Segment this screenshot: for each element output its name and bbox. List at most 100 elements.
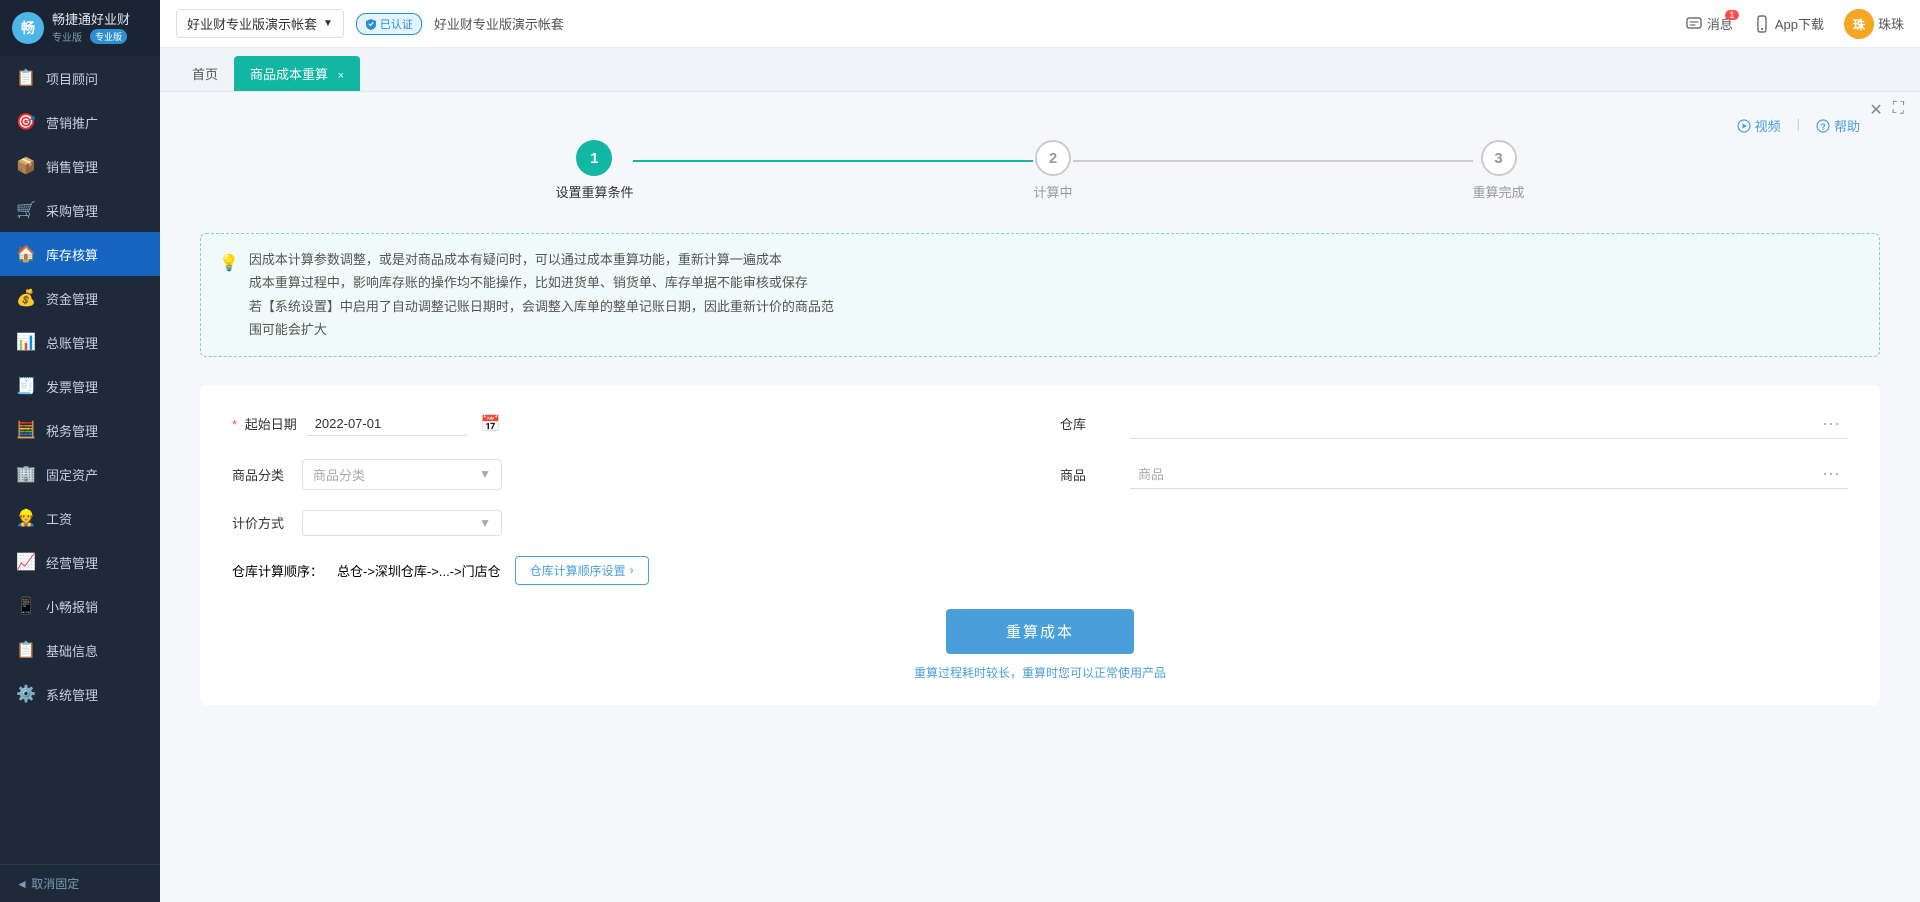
info-box: 💡 因成本计算参数调整，或是对商品成本有疑问时，可以通过成本重算功能，重新计算一… xyxy=(200,233,1880,357)
step-2: 2 计算中 xyxy=(1033,140,1072,201)
tab-close-button[interactable]: × xyxy=(338,70,344,82)
topbar: 好业财专业版演示帐套 ▼ 已认证 好业财专业版演示帐套 消息 1 xyxy=(160,0,1920,48)
product-category-label: 商品分类 xyxy=(232,465,292,484)
recalc-section: 重算成本 重算过程耗时较长，重算时您可以正常使用产品 xyxy=(232,609,1848,681)
sidebar-item-system[interactable]: ⚙️ 系统管理 xyxy=(0,672,160,716)
svg-text:珠: 珠 xyxy=(1853,17,1866,32)
warehouse-select-button[interactable]: ··· xyxy=(1822,413,1840,434)
product-category-field: 商品分类 商品分类 ▼ xyxy=(232,459,1020,490)
product-label: 商品 xyxy=(1060,465,1120,484)
form-row-1: * 起始日期 📅 仓库 ··· xyxy=(232,409,1848,439)
tab-home[interactable]: 首页 xyxy=(176,56,234,91)
warehouse-order-settings-button[interactable]: 仓库计算顺序设置 › xyxy=(515,556,649,585)
sidebar-item-purchase[interactable]: 🛒 采购管理 xyxy=(0,188,160,232)
warehouse-field: 仓库 ··· xyxy=(1060,409,1848,439)
verified-badge-area: 已认证 xyxy=(356,13,422,35)
video-link[interactable]: 视频 xyxy=(1737,116,1781,135)
maximize-window-button[interactable]: ⛶ xyxy=(1893,100,1904,120)
topbar-right: 消息 1 App下载 珠 珠珠 xyxy=(1685,9,1904,39)
ledger-icon: 📊 xyxy=(16,332,36,352)
app-download-button[interactable]: App下载 xyxy=(1753,14,1824,33)
start-date-label: * 起始日期 xyxy=(232,414,297,433)
sidebar-item-basicinfo[interactable]: 📋 基础信息 xyxy=(0,628,160,672)
pricing-method-select[interactable]: ▼ xyxy=(302,510,502,536)
sidebar-item-ledger[interactable]: 📊 总账管理 xyxy=(0,320,160,364)
step-3-circle: 3 xyxy=(1481,140,1517,176)
chevron-right-icon: › xyxy=(630,563,634,577)
step-2-circle: 2 xyxy=(1035,140,1071,176)
sidebar-item-payroll[interactable]: 👷 工资 xyxy=(0,496,160,540)
app-name: 畅捷通好业财 xyxy=(52,12,130,29)
calendar-icon[interactable]: 📅 xyxy=(481,414,501,434)
recalc-button[interactable]: 重算成本 xyxy=(946,609,1134,654)
start-date-input[interactable] xyxy=(307,412,467,436)
user-avatar-area[interactable]: 珠 珠珠 xyxy=(1844,9,1904,39)
page-actions: 视频 | ? 帮助 xyxy=(1737,116,1860,135)
step-1-label: 设置重算条件 xyxy=(555,182,633,201)
marketing-icon: 🎯 xyxy=(16,112,36,132)
sidebar-logo: 畅 畅捷通好业财 专业版 专业版 xyxy=(0,0,160,56)
warehouse-order-row: 仓库计算顺序： 总仓->深圳仓库->...->门店仓 仓库计算顺序设置 › xyxy=(232,556,1848,585)
tax-icon: 🧮 xyxy=(16,420,36,440)
help-icon: ? xyxy=(1816,119,1830,133)
info-line-3: 若【系统设置】中启用了自动调整记账日期时，会调整入库单的整单记账日期，因此重新计… xyxy=(249,295,834,318)
dropdown-icon: ▼ xyxy=(323,18,333,29)
tabs-bar: 首页 商品成本重算 × xyxy=(160,48,1920,92)
sidebar-item-sales[interactable]: 📦 销售管理 xyxy=(0,144,160,188)
project-icon: 📋 xyxy=(16,68,36,88)
finance-icon: 💰 xyxy=(16,288,36,308)
step-1-circle: 1 xyxy=(576,140,612,176)
page-content: ✕ ⛶ 视频 | ? 帮助 xyxy=(160,92,1920,902)
purchase-icon: 🛒 xyxy=(16,200,36,220)
sidebar-unpin[interactable]: ◄ 取消固定 xyxy=(0,864,160,902)
app-edition: 专业版 xyxy=(52,29,82,44)
warehouse-order-label: 仓库计算顺序： xyxy=(232,561,323,580)
window-controls: ✕ ⛶ xyxy=(1869,100,1904,120)
sidebar-nav: 📋 项目顾问 🎯 营销推广 📦 销售管理 🛒 采购管理 🏠 库存核算 💰 资金管… xyxy=(0,56,160,864)
recalc-hint: 重算过程耗时较长，重算时您可以正常使用产品 xyxy=(914,664,1166,681)
sidebar-item-operations[interactable]: 📈 经营管理 xyxy=(0,540,160,584)
sidebar: 畅 畅捷通好业财 专业版 专业版 📋 项目顾问 🎯 营销推广 📦 销售管理 🛒 … xyxy=(0,0,160,902)
sidebar-item-expense[interactable]: 📱 小畅报销 xyxy=(0,584,160,628)
user-avatar: 珠 xyxy=(1844,9,1874,39)
sidebar-item-invoice[interactable]: 🧾 发票管理 xyxy=(0,364,160,408)
pricing-method-label: 计价方式 xyxy=(232,513,292,532)
step-3: 3 重算完成 xyxy=(1473,140,1525,201)
sidebar-item-finance[interactable]: 💰 资金管理 xyxy=(0,276,160,320)
product-field: 商品 商品 ··· xyxy=(1060,459,1848,489)
info-line-1: 因成本计算参数调整，或是对商品成本有疑问时，可以通过成本重算功能，重新计算一遍成… xyxy=(249,248,834,271)
tab-cost-recalc[interactable]: 商品成本重算 × xyxy=(234,56,360,91)
product-category-select[interactable]: 商品分类 ▼ xyxy=(302,459,502,490)
form-row-2: 商品分类 商品分类 ▼ 商品 商品 ··· xyxy=(232,459,1848,490)
expense-icon: 📱 xyxy=(16,596,36,616)
sidebar-item-inventory[interactable]: 🏠 库存核算 xyxy=(0,232,160,276)
step-line-2 xyxy=(1073,160,1473,162)
step-line-1 xyxy=(633,160,1033,162)
warehouse-label: 仓库 xyxy=(1060,414,1120,433)
play-icon xyxy=(1737,119,1751,133)
help-link[interactable]: ? 帮助 xyxy=(1816,116,1860,135)
main-area: 好业财专业版演示帐套 ▼ 已认证 好业财专业版演示帐套 消息 1 xyxy=(160,0,1920,902)
sidebar-item-marketing[interactable]: 🎯 营销推广 xyxy=(0,100,160,144)
assets-icon: 🏢 xyxy=(16,464,36,484)
svg-text:?: ? xyxy=(1820,122,1826,132)
chevron-down-icon: ▼ xyxy=(479,467,491,481)
sales-icon: 📦 xyxy=(16,156,36,176)
account-selector[interactable]: 好业财专业版演示帐套 ▼ xyxy=(176,9,344,38)
step-3-label: 重算完成 xyxy=(1473,182,1525,201)
message-button[interactable]: 消息 1 xyxy=(1685,14,1733,33)
close-window-button[interactable]: ✕ xyxy=(1869,100,1882,120)
product-select-button[interactable]: ··· xyxy=(1822,463,1840,484)
sidebar-item-project[interactable]: 📋 项目顾问 xyxy=(0,56,160,100)
form-row-3: 计价方式 ▼ xyxy=(232,510,1848,536)
sidebar-item-tax[interactable]: 🧮 税务管理 xyxy=(0,408,160,452)
step-2-label: 计算中 xyxy=(1033,182,1072,201)
invoice-icon: 🧾 xyxy=(16,376,36,396)
system-icon: ⚙️ xyxy=(16,684,36,704)
verified-badge: 已认证 xyxy=(356,13,422,35)
step-1: 1 设置重算条件 xyxy=(555,140,633,201)
payroll-icon: 👷 xyxy=(16,508,36,528)
operations-icon: 📈 xyxy=(16,552,36,572)
sidebar-item-assets[interactable]: 🏢 固定资产 xyxy=(0,452,160,496)
message-badge: 1 xyxy=(1725,10,1739,20)
